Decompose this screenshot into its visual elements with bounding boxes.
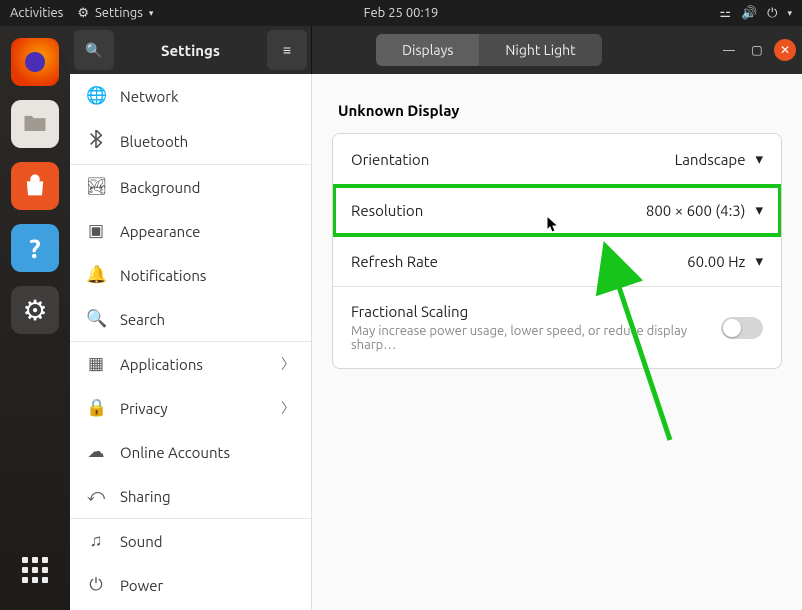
section-title: Unknown Display [338, 102, 782, 119]
dock-show-apps[interactable] [11, 546, 59, 594]
fractional-scaling-switch[interactable] [721, 317, 763, 339]
sidebar-item-network[interactable]: 🌐 Network [70, 74, 311, 118]
window-title: Settings [118, 42, 263, 59]
sidebar-item-label: Network [120, 88, 179, 105]
row-refresh-rate[interactable]: Refresh Rate 60.00 Hz ▾ [333, 236, 781, 287]
search-icon: 🔍 [86, 309, 106, 329]
power-icon[interactable]: ⏻ [767, 6, 777, 21]
network-icon[interactable]: ⚍ [719, 6, 731, 21]
row-fractional-scaling: Fractional Scaling May increase power us… [333, 287, 781, 368]
chevron-right-icon: 〉 [281, 354, 295, 374]
share-icon: ⤺ [86, 486, 106, 506]
bluetooth-icon [86, 130, 106, 152]
shopping-bag-icon [21, 172, 49, 200]
sidebar-item-label: Search [120, 311, 165, 328]
dock-app-help[interactable]: ? [11, 224, 59, 272]
app-menu[interactable]: ⚙ Settings ▾ [77, 6, 153, 21]
settings-window: 🔍 Settings ≡ Displays Night Light — ▢ ✕ … [70, 26, 802, 610]
sidebar-item-bluetooth[interactable]: Bluetooth [70, 118, 311, 164]
cloud-icon: ☁ [86, 442, 106, 462]
row-value: Landscape [675, 151, 746, 168]
dock: ? ⚙ [0, 26, 70, 610]
gear-icon: ⚙ [22, 294, 47, 327]
lock-icon: 🔒 [86, 398, 106, 418]
bell-icon: 🔔 [86, 265, 106, 285]
row-orientation[interactable]: Orientation Landscape ▾ [333, 134, 781, 185]
row-label: Refresh Rate [351, 253, 438, 270]
music-icon: ♫ [86, 531, 106, 551]
chevron-down-icon: ▾ [755, 150, 763, 168]
dock-app-software[interactable] [11, 162, 59, 210]
sidebar-item-applications[interactable]: ▦ Applications 〉 [70, 342, 311, 386]
chevron-down-icon: ▾ [755, 201, 763, 219]
gear-icon: ⚙ [77, 6, 89, 21]
sidebar-item-label: Appearance [120, 223, 200, 240]
sidebar-item-sound[interactable]: ♫ Sound [70, 519, 311, 563]
close-button[interactable]: ✕ [774, 39, 796, 61]
settings-sidebar: 🌐 Network Bluetooth 🏞 Background ▣ Appea… [70, 74, 312, 610]
sidebar-item-search[interactable]: 🔍 Search [70, 297, 311, 341]
sidebar-item-label: Privacy [120, 400, 168, 417]
dock-app-settings[interactable]: ⚙ [11, 286, 59, 334]
chevron-right-icon: 〉 [281, 398, 295, 418]
activities-button[interactable]: Activities [10, 6, 63, 20]
chevron-down-icon: ▾ [755, 252, 763, 270]
hamburger-icon: ≡ [283, 42, 291, 58]
sidebar-item-label: Background [120, 179, 200, 196]
sidebar-item-label: Online Accounts [120, 444, 230, 461]
appearance-icon: ▣ [86, 221, 106, 241]
apps-icon: ▦ [86, 354, 106, 374]
clock[interactable]: Feb 25 00:19 [364, 6, 439, 20]
row-subtitle: May increase power usage, lower speed, o… [351, 324, 721, 352]
sidebar-item-background[interactable]: 🏞 Background [70, 165, 311, 209]
tab-displays[interactable]: Displays [376, 34, 479, 66]
sidebar-item-label: Applications [120, 356, 203, 373]
row-label: Fractional Scaling [351, 303, 721, 320]
power-icon: ⏻ [86, 575, 106, 595]
row-resolution[interactable]: Resolution 800 × 600 (4:3) ▾ [333, 185, 781, 236]
grid-icon [22, 557, 48, 583]
globe-icon: 🌐 [86, 86, 106, 106]
row-value: 800 × 600 (4:3) [646, 202, 746, 219]
dock-app-files[interactable] [11, 100, 59, 148]
chevron-down-icon: ▾ [787, 8, 792, 19]
sidebar-item-sharing[interactable]: ⤺ Sharing [70, 474, 311, 518]
sidebar-item-label: Power [120, 577, 163, 594]
titlebar: 🔍 Settings ≡ Displays Night Light — ▢ ✕ [70, 26, 802, 74]
app-menu-label: Settings [95, 6, 143, 20]
row-label: Orientation [351, 151, 429, 168]
row-label: Resolution [351, 202, 423, 219]
picture-icon: 🏞 [86, 177, 106, 197]
sidebar-item-label: Notifications [120, 267, 206, 284]
chevron-down-icon: ▾ [149, 8, 154, 19]
displays-content: Unknown Display Orientation Landscape ▾ … [312, 74, 802, 610]
sidebar-item-appearance[interactable]: ▣ Appearance [70, 209, 311, 253]
display-settings-group: Orientation Landscape ▾ Resolution 800 ×… [332, 133, 782, 369]
search-button[interactable]: 🔍 [74, 30, 114, 70]
sidebar-item-label: Sound [120, 533, 163, 550]
header-tabs: Displays Night Light [376, 34, 602, 66]
menu-button[interactable]: ≡ [267, 30, 307, 70]
gnome-top-panel: Activities ⚙ Settings ▾ Feb 25 00:19 ⚍ 🔊… [0, 0, 802, 26]
folder-icon [21, 110, 49, 138]
sidebar-item-label: Bluetooth [120, 133, 188, 150]
sidebar-item-online-accounts[interactable]: ☁ Online Accounts [70, 430, 311, 474]
sidebar-item-privacy[interactable]: 🔒 Privacy 〉 [70, 386, 311, 430]
firefox-icon [20, 47, 50, 77]
sidebar-item-power[interactable]: ⏻ Power [70, 563, 311, 607]
maximize-button[interactable]: ▢ [746, 39, 768, 61]
row-value: 60.00 Hz [687, 253, 745, 270]
minimize-button[interactable]: — [718, 39, 740, 61]
sidebar-item-notifications[interactable]: 🔔 Notifications [70, 253, 311, 297]
dock-app-firefox[interactable] [11, 38, 59, 86]
sidebar-item-label: Sharing [120, 488, 171, 505]
tab-night-light[interactable]: Night Light [479, 34, 601, 66]
volume-icon[interactable]: 🔊 [741, 6, 757, 21]
search-icon: 🔍 [85, 42, 102, 59]
